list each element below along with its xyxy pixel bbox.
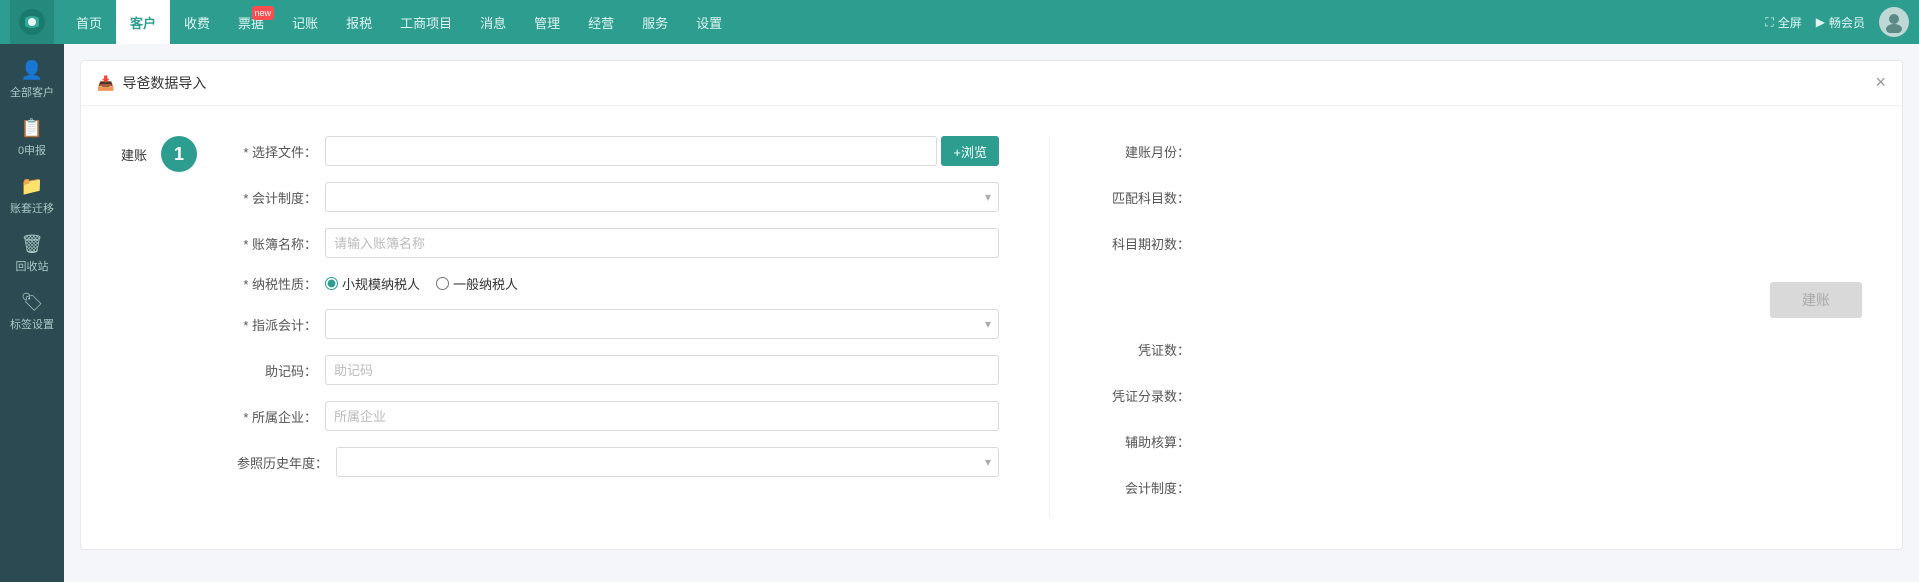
- owner-company-row: * 所属企业：: [237, 401, 999, 431]
- nav-manage[interactable]: 管理: [520, 0, 574, 44]
- match-subject-label: 匹配科目数：: [1100, 188, 1190, 207]
- sidebar-item-zero-declare[interactable]: 📋 0申报: [0, 110, 64, 166]
- accounting-system-select-wrapper: [325, 182, 999, 212]
- migrate-icon: 📁: [21, 176, 43, 197]
- import-icon: 📥: [97, 75, 114, 92]
- accounting-system-label: * 会计制度：: [237, 188, 317, 207]
- sidebar-item-account-migrate[interactable]: 📁 账套迁移: [0, 168, 64, 224]
- nav-customer[interactable]: 客户: [116, 0, 170, 44]
- owner-company-input[interactable]: [325, 401, 999, 431]
- nav-bookkeeping[interactable]: 记账: [278, 0, 332, 44]
- declare-icon: 📋: [21, 118, 43, 139]
- close-button[interactable]: ×: [1875, 73, 1886, 91]
- tax-type-label: * 纳税性质：: [237, 274, 317, 293]
- history-year-label: 参照历史年度：: [237, 453, 328, 472]
- accounting-system-row: * 会计制度：: [237, 182, 999, 212]
- sidebar-item-all-customers[interactable]: 👤 全部客户: [0, 52, 64, 108]
- form-divider: [1049, 136, 1050, 518]
- form-wrapper: 建账 1 * 选择文件： +浏览: [81, 106, 1902, 548]
- general-taxpayer-option[interactable]: 一般纳税人: [436, 274, 518, 293]
- assigned-accountant-label: * 指派会计：: [237, 315, 317, 334]
- nav-invoice[interactable]: 票据 new: [224, 0, 278, 44]
- step-badge: 1: [161, 136, 197, 172]
- subject-initial-label: 科目期初数：: [1100, 234, 1190, 253]
- top-nav: 首页 客户 收费 票据 new 记账 报税 工商项目 消息 管理 经营 服务 设…: [0, 0, 1919, 44]
- form-section-right: 建账月份： 匹配科目数： 科目期初数： 建账: [1100, 136, 1862, 518]
- nav-fee[interactable]: 收费: [170, 0, 224, 44]
- voucher-row: 凭证数：: [1100, 334, 1862, 364]
- nav-message[interactable]: 消息: [466, 0, 520, 44]
- step-label: 建账: [121, 145, 147, 164]
- accounting-system-select[interactable]: [325, 182, 999, 212]
- content-area: 📥 导爸数据导入 × 建账 1 * 选择文件：: [64, 44, 1919, 582]
- account-system-row: 会计制度：: [1100, 472, 1862, 502]
- fullscreen-icon: ⛶: [1765, 15, 1773, 30]
- trash-icon: 🗑: [21, 234, 44, 255]
- assigned-accountant-select-wrapper: [325, 309, 999, 339]
- form-section-left: * 选择文件： +浏览 * 会计制度：: [237, 136, 999, 518]
- fullscreen-button[interactable]: ⛶ 全屏: [1765, 14, 1801, 31]
- file-input-group: +浏览: [325, 136, 999, 166]
- sidebar: 👤 全部客户 📋 0申报 📁 账套迁移 🗑 回收站 🏷 标签设置: [0, 44, 64, 582]
- nav-items: 首页 客户 收费 票据 new 记账 报税 工商项目 消息 管理 经营 服务 设…: [62, 0, 1765, 44]
- new-badge: new: [252, 6, 275, 20]
- assigned-accountant-select[interactable]: [325, 309, 999, 339]
- nav-right: ⛶ 全屏 ▶ 畅会员: [1765, 7, 1909, 37]
- general-taxpayer-radio[interactable]: [436, 277, 449, 290]
- logo[interactable]: [10, 0, 54, 44]
- assigned-accountant-row: * 指派会计：: [237, 309, 999, 339]
- file-select-row: * 选择文件： +浏览: [237, 136, 999, 166]
- avatar[interactable]: [1879, 7, 1909, 37]
- person-icon: 👤: [21, 60, 43, 81]
- panel-title: 导爸数据导入: [122, 73, 206, 93]
- nav-settings[interactable]: 设置: [682, 0, 736, 44]
- build-month-label: 建账月份：: [1100, 142, 1190, 161]
- account-system-label: 会计制度：: [1100, 478, 1190, 497]
- file-select-label: * 选择文件：: [237, 142, 317, 161]
- memo-row: 助记码：: [237, 355, 999, 385]
- nav-operation[interactable]: 经营: [574, 0, 628, 44]
- history-year-select-wrapper: [336, 447, 999, 477]
- ledger-name-row: * 账簿名称：: [237, 228, 999, 258]
- vip-button[interactable]: ▶ 畅会员: [1816, 14, 1865, 31]
- owner-company-label: * 所属企业：: [237, 407, 317, 426]
- file-input[interactable]: [325, 136, 937, 166]
- build-month-row: 建账月份：: [1100, 136, 1862, 166]
- subject-initial-row: 科目期初数：: [1100, 228, 1862, 258]
- history-year-select[interactable]: [336, 447, 999, 477]
- memo-label: 助记码：: [237, 361, 317, 380]
- sidebar-item-tag-settings[interactable]: 🏷 标签设置: [0, 284, 64, 340]
- ledger-name-label: * 账簿名称：: [237, 234, 317, 253]
- nav-service[interactable]: 服务: [628, 0, 682, 44]
- tax-type-row: * 纳税性质： 小规模纳税人 一般纳税人: [237, 274, 999, 293]
- aux-accounting-row: 辅助核算：: [1100, 426, 1862, 456]
- small-taxpayer-radio[interactable]: [325, 277, 338, 290]
- panel-header: 📥 导爸数据导入: [81, 61, 1902, 106]
- create-account-button[interactable]: 建账: [1770, 282, 1862, 318]
- voucher-label: 凭证数：: [1100, 340, 1190, 359]
- ledger-name-input[interactable]: [325, 228, 999, 258]
- vip-icon: ▶: [1816, 15, 1825, 29]
- history-year-row: 参照历史年度：: [237, 447, 999, 477]
- nav-tax[interactable]: 报税: [332, 0, 386, 44]
- main-layout: 👤 全部客户 📋 0申报 📁 账套迁移 🗑 回收站 🏷 标签设置 📥 导爸数据导…: [0, 44, 1919, 582]
- match-subject-row: 匹配科目数：: [1100, 182, 1862, 212]
- tag-icon: 🏷: [21, 292, 44, 313]
- sidebar-item-recycle[interactable]: 🗑 回收站: [0, 226, 64, 282]
- memo-input[interactable]: [325, 355, 999, 385]
- aux-accounting-label: 辅助核算：: [1100, 432, 1190, 451]
- nav-business[interactable]: 工商项目: [386, 0, 466, 44]
- panel: 📥 导爸数据导入 × 建账 1 * 选择文件：: [80, 60, 1903, 550]
- small-taxpayer-option[interactable]: 小规模纳税人: [325, 274, 420, 293]
- voucher-entry-label: 凭证分录数：: [1100, 386, 1190, 405]
- tax-type-radio-group: 小规模纳税人 一般纳税人: [325, 274, 518, 293]
- voucher-entry-row: 凭证分录数：: [1100, 380, 1862, 410]
- browse-button[interactable]: +浏览: [941, 136, 999, 166]
- step-indicator: 建账 1: [121, 136, 197, 518]
- nav-home[interactable]: 首页: [62, 0, 116, 44]
